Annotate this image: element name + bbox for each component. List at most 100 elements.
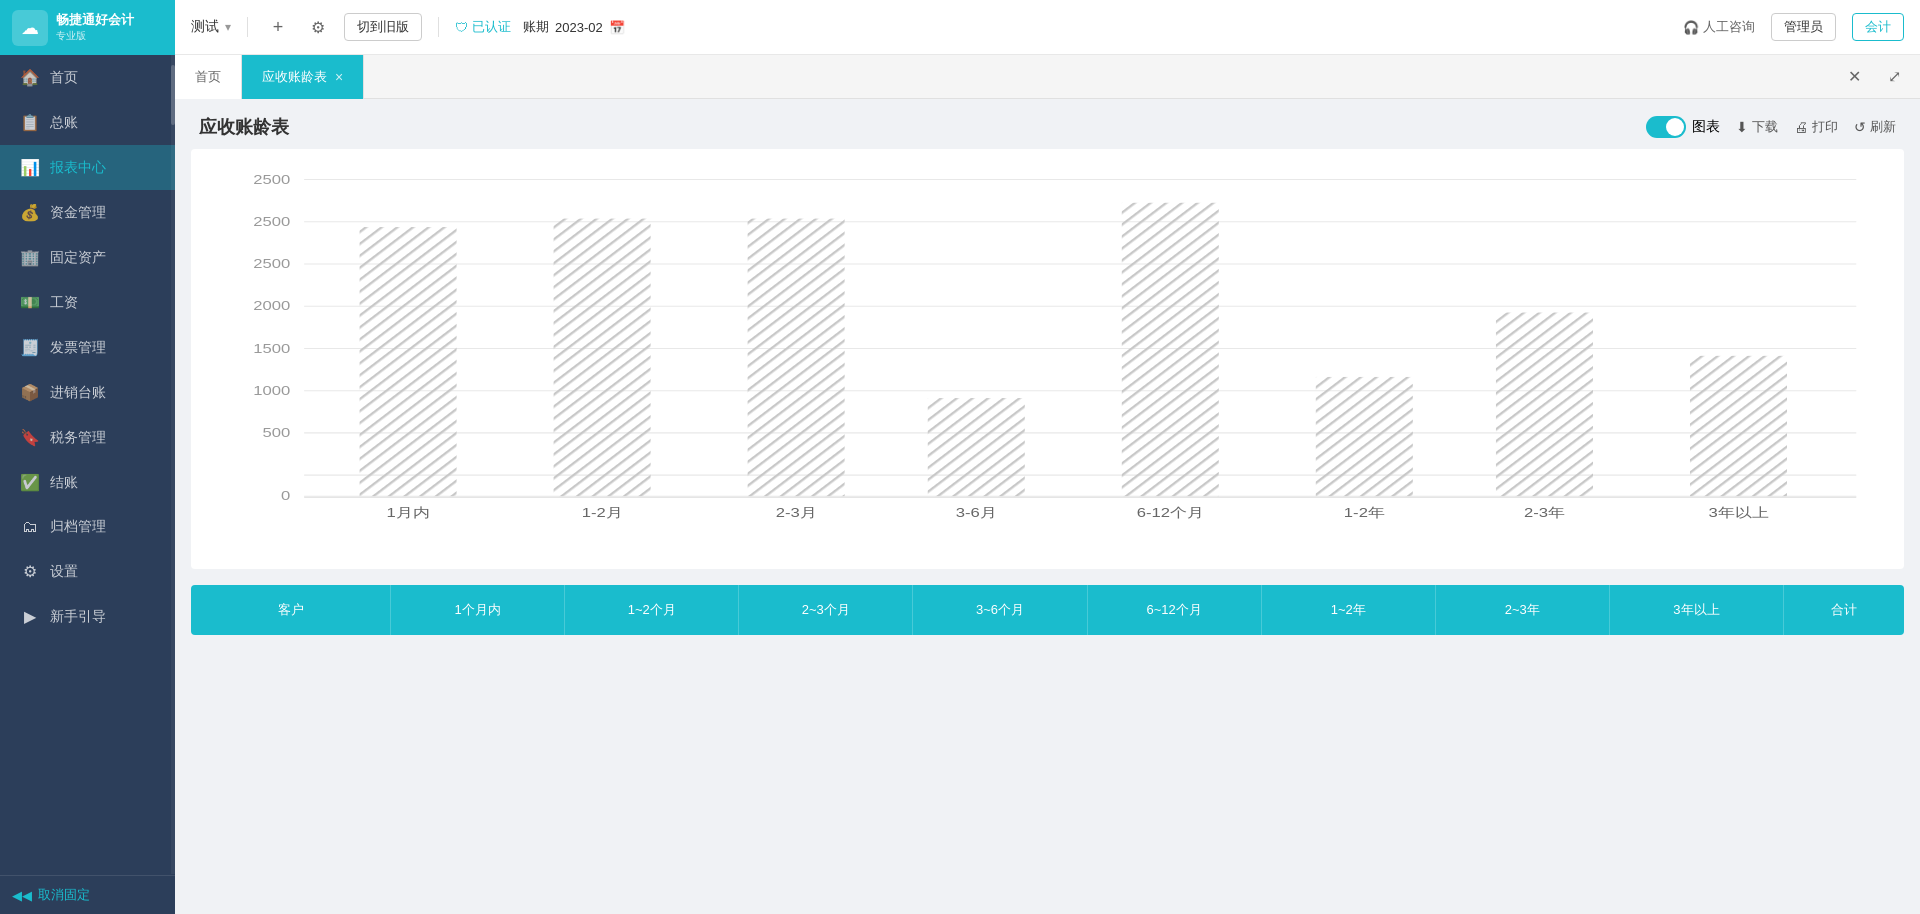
- toggle-thumb: [1666, 118, 1684, 136]
- svg-text:1月内: 1月内: [387, 506, 430, 520]
- svg-text:1-2年: 1-2年: [1344, 506, 1385, 520]
- expand-panel-button[interactable]: ⤢: [1880, 63, 1908, 91]
- chevron-down-icon: ▾: [225, 20, 231, 34]
- admin-button[interactable]: 管理员: [1771, 13, 1836, 41]
- verified-label: 已认证: [472, 18, 511, 36]
- th-3-year-plus: 3年以上: [1610, 585, 1784, 635]
- sidebar-item-ledger[interactable]: 📋 总账: [0, 100, 175, 145]
- verified-badge: 🛡 已认证: [455, 18, 511, 36]
- sidebar-item-funds[interactable]: 💰 资金管理: [0, 190, 175, 235]
- sidebar-item-tax[interactable]: 🔖 税务管理: [0, 415, 175, 460]
- archive-icon: 🗂: [20, 518, 40, 536]
- sidebar-item-invoice[interactable]: 🧾 发票管理: [0, 325, 175, 370]
- bar-2-3-month: [748, 219, 845, 497]
- close-panel-button[interactable]: ✕: [1840, 63, 1868, 91]
- table-container: 客户 1个月内 1~2个月 2~3个月 3~6个月 6~12个月 1~2年 2~…: [191, 585, 1904, 635]
- tab-home[interactable]: 首页: [175, 55, 242, 99]
- tax-icon: 🔖: [20, 428, 40, 447]
- period-value: 2023-02: [555, 20, 603, 35]
- customer-service-button[interactable]: 🎧 人工咨询: [1683, 18, 1755, 36]
- chart-container: 2500 2500 2500 2000 1500 1000 500 0: [191, 149, 1904, 569]
- page-header: 应收账龄表 图表 ⬇ 下载 🖨: [175, 99, 1920, 149]
- th-customer: 客户: [191, 585, 391, 635]
- download-label: 下载: [1752, 118, 1778, 136]
- cancel-fixed-label: 取消固定: [38, 886, 90, 904]
- topbar-divider-1: [247, 17, 248, 37]
- svg-text:1500: 1500: [253, 342, 290, 356]
- tabbar: 首页 应收账龄表 × ✕ ⤢: [175, 55, 1920, 99]
- bar-1-month: [360, 227, 457, 496]
- bar-6-12-month: [1122, 203, 1219, 496]
- sidebar-item-archive[interactable]: 🗂 归档管理: [0, 505, 175, 549]
- sidebar-item-label: 工资: [50, 294, 78, 312]
- bar-1-2-year: [1316, 377, 1413, 496]
- app-name: 畅捷通好会计: [56, 12, 134, 29]
- sidebar-cancel-fixed-btn[interactable]: ◀◀ 取消固定: [0, 875, 175, 914]
- role-button[interactable]: 会计: [1852, 13, 1904, 41]
- period-display[interactable]: 账期 2023-02 📅: [523, 18, 625, 36]
- pin-left-icon: ◀◀: [12, 888, 32, 903]
- sidebar-item-label: 发票管理: [50, 339, 106, 357]
- topbar-settings-button[interactable]: ⚙: [304, 13, 332, 41]
- svg-text:2-3月: 2-3月: [776, 506, 817, 520]
- toggle-track[interactable]: [1646, 116, 1686, 138]
- svg-text:0: 0: [281, 489, 290, 503]
- home-icon: 🏠: [20, 68, 40, 87]
- sidebar-item-label: 报表中心: [50, 159, 106, 177]
- guide-icon: ▶: [20, 607, 40, 626]
- logo-icon: ☁: [12, 10, 48, 46]
- sidebar-item-guide[interactable]: ▶ 新手引导: [0, 594, 175, 639]
- page-actions: 图表 ⬇ 下载 🖨 打印 ↺ 刷新: [1646, 116, 1896, 138]
- sidebar-nav: 🏠 首页 📋 总账 📊 报表中心 💰 资金管理 🏢 固定资产 💵 工资 🧾 发票…: [0, 55, 175, 875]
- svg-text:500: 500: [263, 426, 291, 440]
- th-6-12-month: 6~12个月: [1088, 585, 1262, 635]
- sidebar-item-payroll[interactable]: 💵 工资: [0, 280, 175, 325]
- tab-close-icon[interactable]: ×: [335, 70, 343, 84]
- svg-text:6-12个月: 6-12个月: [1137, 506, 1204, 520]
- print-label: 打印: [1812, 118, 1838, 136]
- tabbar-right: ✕ ⤢: [1840, 63, 1920, 91]
- sidebar-item-closing[interactable]: ✅ 结账: [0, 460, 175, 505]
- ledger-icon: 📋: [20, 113, 40, 132]
- sidebar-item-label: 总账: [50, 114, 78, 132]
- sidebar-item-label: 新手引导: [50, 608, 106, 626]
- topbar-divider-2: [438, 17, 439, 37]
- svg-text:3年以上: 3年以上: [1709, 506, 1769, 520]
- sidebar-item-home[interactable]: 🏠 首页: [0, 55, 175, 100]
- content-area: 应收账龄表 图表 ⬇ 下载 🖨: [175, 99, 1920, 914]
- main-area: 测试 ▾ + ⚙ 切到旧版 🛡 已认证 账期 2023-02 📅 🎧 人工咨询 …: [175, 0, 1920, 914]
- calendar-icon: 📅: [609, 20, 625, 35]
- sidebar-item-label: 进销台账: [50, 384, 106, 402]
- assets-icon: 🏢: [20, 248, 40, 267]
- reports-icon: 📊: [20, 158, 40, 177]
- funds-icon: 💰: [20, 203, 40, 222]
- sidebar-item-purchase-sales[interactable]: 📦 进销台账: [0, 370, 175, 415]
- refresh-button[interactable]: ↺ 刷新: [1854, 118, 1896, 136]
- sidebar-item-reports[interactable]: 📊 报表中心: [0, 145, 175, 190]
- topbar-right-actions: 🎧 人工咨询 管理员 会计: [1683, 13, 1904, 41]
- svg-text:1-2月: 1-2月: [582, 506, 623, 520]
- sidebar-item-assets[interactable]: 🏢 固定资产: [0, 235, 175, 280]
- svg-text:2500: 2500: [253, 215, 290, 229]
- tab-aging-label: 应收账龄表: [262, 68, 327, 86]
- project-selector[interactable]: 测试 ▾: [191, 18, 231, 36]
- payroll-icon: 💵: [20, 293, 40, 312]
- download-button[interactable]: ⬇ 下载: [1736, 118, 1778, 136]
- tab-aging-report[interactable]: 应收账龄表 ×: [242, 55, 364, 99]
- invoice-icon: 🧾: [20, 338, 40, 357]
- app-logo: ☁ 畅捷通好会计 专业版: [0, 0, 175, 55]
- print-button[interactable]: 🖨 打印: [1794, 118, 1838, 136]
- app-edition: 专业版: [56, 29, 134, 43]
- add-tab-button[interactable]: +: [264, 13, 292, 41]
- switch-version-button[interactable]: 切到旧版: [344, 13, 422, 41]
- topbar: 测试 ▾ + ⚙ 切到旧版 🛡 已认证 账期 2023-02 📅 🎧 人工咨询 …: [175, 0, 1920, 55]
- svg-text:3-6月: 3-6月: [956, 506, 997, 520]
- sidebar-item-label: 税务管理: [50, 429, 106, 447]
- chart-toggle[interactable]: 图表: [1646, 116, 1720, 138]
- sidebar-item-settings[interactable]: ⚙ 设置: [0, 549, 175, 594]
- refresh-label: 刷新: [1870, 118, 1896, 136]
- th-1-2-year: 1~2年: [1262, 585, 1436, 635]
- content-scroll[interactable]: 应收账龄表 图表 ⬇ 下载 🖨: [175, 99, 1920, 914]
- th-2-3-year: 2~3年: [1436, 585, 1610, 635]
- print-icon: 🖨: [1794, 119, 1808, 135]
